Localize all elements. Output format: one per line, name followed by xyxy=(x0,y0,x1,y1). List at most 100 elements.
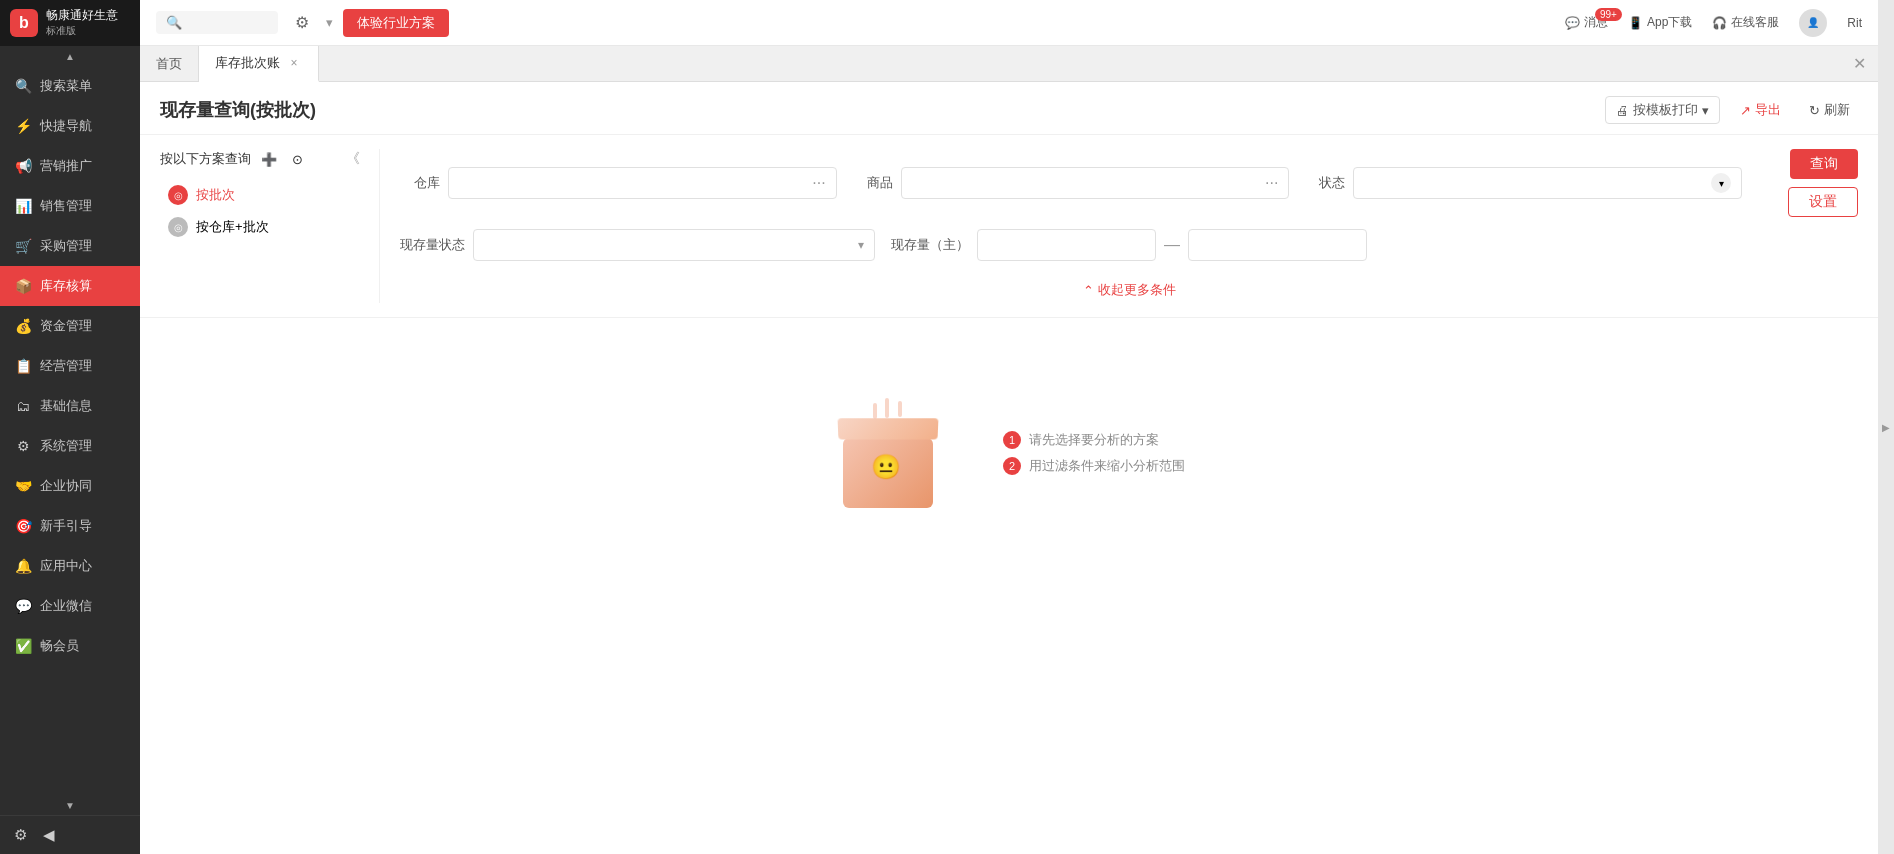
app-download-icon: 📱 xyxy=(1628,16,1643,30)
collapse-scheme-icon[interactable]: 《 xyxy=(343,149,363,169)
sidebar-scroll-down[interactable]: ▼ xyxy=(0,795,140,815)
collapse-more-conditions[interactable]: ⌃ 收起更多条件 xyxy=(400,273,1858,303)
topbar-search-input[interactable] xyxy=(188,16,268,30)
refresh-button[interactable]: ↻ 刷新 xyxy=(1801,97,1858,123)
sidebar-item-marketing[interactable]: 📢 营销推广 xyxy=(0,146,140,186)
warehouse-label: 仓库 xyxy=(400,174,440,192)
topbar-online-service[interactable]: 🎧 在线客服 xyxy=(1712,14,1779,31)
filter-panel: 按以下方案查询 ➕ ⊙ 《 ◎ 按批次 ◎ 按仓库+批次 xyxy=(140,135,1878,318)
tip-num-1: 1 xyxy=(1003,431,1021,449)
filter-scheme-panel: 按以下方案查询 ➕ ⊙ 《 ◎ 按批次 ◎ 按仓库+批次 xyxy=(160,149,380,303)
sidebar-item-purchase[interactable]: 🛒 采购管理 xyxy=(0,226,140,266)
filter-inventory-status-field: 现存量状态 ▾ xyxy=(400,229,875,261)
filter-product-field: 商品 ··· xyxy=(853,167,1290,199)
tab-inventory-batch[interactable]: 库存批次账 × xyxy=(199,46,319,82)
collapse-label: 收起更多条件 xyxy=(1098,281,1176,299)
topbar-gear-icon[interactable]: ⚙ xyxy=(288,9,316,37)
messages-badge: 99+ xyxy=(1595,8,1622,21)
topbar-app-download[interactable]: 📱 App下载 xyxy=(1628,14,1692,31)
tab-close-icon[interactable]: × xyxy=(286,55,302,71)
filter-warehouse-field: 仓库 ··· xyxy=(400,167,837,199)
sidebar-item-inventory[interactable]: 📦 库存核算 xyxy=(0,266,140,306)
topbar-online-label: 在线客服 xyxy=(1731,14,1779,31)
empty-face: 😐 xyxy=(871,453,901,481)
sidebar-item-operations[interactable]: 📋 经营管理 xyxy=(0,346,140,386)
print-icon: 🖨 xyxy=(1616,103,1629,118)
right-panel-handle[interactable]: ▶ xyxy=(1878,0,1894,854)
sidebar-scroll-up[interactable]: ▲ xyxy=(0,46,140,66)
collapse-sidebar-icon[interactable]: ◀ xyxy=(43,826,55,844)
sidebar-item-wechat-label: 企业微信 xyxy=(40,597,92,615)
inventory-status-label: 现存量状态 xyxy=(400,236,465,254)
tab-panel-close-button[interactable]: ✕ xyxy=(1841,54,1878,73)
sidebar-item-finance[interactable]: 💰 资金管理 xyxy=(0,306,140,346)
sidebar-item-apps[interactable]: 🔔 应用中心 xyxy=(0,546,140,586)
tip-num-2: 2 xyxy=(1003,457,1021,475)
scheme-item-batch[interactable]: ◎ 按批次 xyxy=(160,179,363,211)
scheme-batch-icon: ◎ xyxy=(168,185,188,205)
warehouse-input[interactable]: ··· xyxy=(448,167,837,199)
topbar-right: 💬 消息 99+ 📱 App下载 🎧 在线客服 👤 Rit xyxy=(1565,9,1862,37)
page-title: 现存量查询(按批次) xyxy=(160,98,316,122)
add-scheme-icon[interactable]: ➕ xyxy=(259,149,279,169)
search-nav-icon: 🔍 xyxy=(14,77,32,95)
inventory-nav-icon: 📦 xyxy=(14,277,32,295)
warehouse-more-icon[interactable]: ··· xyxy=(812,174,825,192)
scheme-item-warehouse-batch[interactable]: ◎ 按仓库+批次 xyxy=(160,211,363,243)
sidebar-item-member[interactable]: ✅ 畅会员 xyxy=(0,626,140,666)
product-more-icon[interactable]: ··· xyxy=(1265,174,1278,192)
export-icon: ↗ xyxy=(1740,103,1751,118)
scheme-title-text: 按以下方案查询 xyxy=(160,150,251,168)
empty-steam-3 xyxy=(898,401,902,417)
empty-steam-1 xyxy=(873,403,877,419)
sidebar-item-enterprise[interactable]: 🤝 企业协同 xyxy=(0,466,140,506)
sidebar-item-basics[interactable]: 🗂 基础信息 xyxy=(0,386,140,426)
empty-tip-2: 2 用过滤条件来缩小分析范围 xyxy=(1003,457,1185,475)
sidebar-item-operations-label: 经营管理 xyxy=(40,357,92,375)
experience-button[interactable]: 体验行业方案 xyxy=(343,9,449,37)
filter-row-2: 现存量状态 ▾ 现存量（主） — xyxy=(400,229,1858,261)
scheme-settings-icon[interactable]: ⊙ xyxy=(287,149,307,169)
topbar-username[interactable]: Rit xyxy=(1847,16,1862,30)
topbar: 🔍 ⚙ ▾ 体验行业方案 💬 消息 99+ 📱 App下载 🎧 在线客服 👤 R… xyxy=(140,0,1878,46)
query-actions: 查询 设置 xyxy=(1758,149,1858,217)
sidebar-item-member-label: 畅会员 xyxy=(40,637,79,655)
export-button[interactable]: ↗ 导出 xyxy=(1732,97,1789,123)
inventory-status-select[interactable]: ▾ xyxy=(473,229,875,261)
print-dropdown-icon[interactable]: ▾ xyxy=(1702,103,1709,118)
sidebar-item-sales[interactable]: 📊 销售管理 xyxy=(0,186,140,226)
product-input[interactable]: ··· xyxy=(901,167,1290,199)
empty-tips: 1 请先选择要分析的方案 2 用过滤条件来缩小分析范围 xyxy=(1003,431,1185,475)
scheme-batch-label: 按批次 xyxy=(196,186,235,204)
tab-home[interactable]: 首页 xyxy=(140,46,199,82)
avatar[interactable]: 👤 xyxy=(1799,9,1827,37)
sidebar-item-search[interactable]: 🔍 搜索菜单 xyxy=(0,66,140,106)
topbar-messages[interactable]: 💬 消息 99+ xyxy=(1565,14,1608,31)
right-panel-icon: ▶ xyxy=(1882,422,1890,433)
sidebar-item-newbie-label: 新手引导 xyxy=(40,517,92,535)
query-button[interactable]: 查询 xyxy=(1790,149,1858,179)
sidebar-item-wechat[interactable]: 💬 企业微信 xyxy=(0,586,140,626)
enterprise-nav-icon: 🤝 xyxy=(14,477,32,495)
page-header: 现存量查询(按批次) 🖨 按模板打印 ▾ ↗ 导出 ↻ 刷新 xyxy=(140,82,1878,135)
inventory-qty-max[interactable] xyxy=(1188,229,1367,261)
topbar-search-box[interactable]: 🔍 xyxy=(156,11,278,34)
sidebar-item-system[interactable]: ⚙ 系统管理 xyxy=(0,426,140,466)
main-wrap: 🔍 ⚙ ▾ 体验行业方案 💬 消息 99+ 📱 App下载 🎧 在线客服 👤 R… xyxy=(140,0,1878,854)
refresh-label: 刷新 xyxy=(1824,101,1850,119)
marketing-nav-icon: 📢 xyxy=(14,157,32,175)
sidebar-footer: ⚙ ◀ xyxy=(0,815,140,854)
status-select[interactable]: ▾ xyxy=(1353,167,1742,199)
sidebar-item-shortcut[interactable]: ⚡ 快捷导航 xyxy=(0,106,140,146)
settings-button[interactable]: 设置 xyxy=(1788,187,1858,217)
filter-row-1: 仓库 ··· 商品 ··· 状态 ▾ xyxy=(400,149,1858,217)
empty-steam-2 xyxy=(885,398,889,418)
shortcut-nav-icon: ⚡ xyxy=(14,117,32,135)
settings-footer-icon[interactable]: ⚙ xyxy=(14,826,27,844)
inventory-qty-min[interactable] xyxy=(977,229,1156,261)
topbar-chevron-icon[interactable]: ▾ xyxy=(326,15,333,30)
tab-home-label: 首页 xyxy=(156,55,182,73)
sidebar-nav: 🔍 搜索菜单 ⚡ 快捷导航 📢 营销推广 📊 销售管理 🛒 采购管理 📦 库存核… xyxy=(0,66,140,795)
print-button[interactable]: 🖨 按模板打印 ▾ xyxy=(1605,96,1720,124)
sidebar-item-newbie[interactable]: 🎯 新手引导 xyxy=(0,506,140,546)
